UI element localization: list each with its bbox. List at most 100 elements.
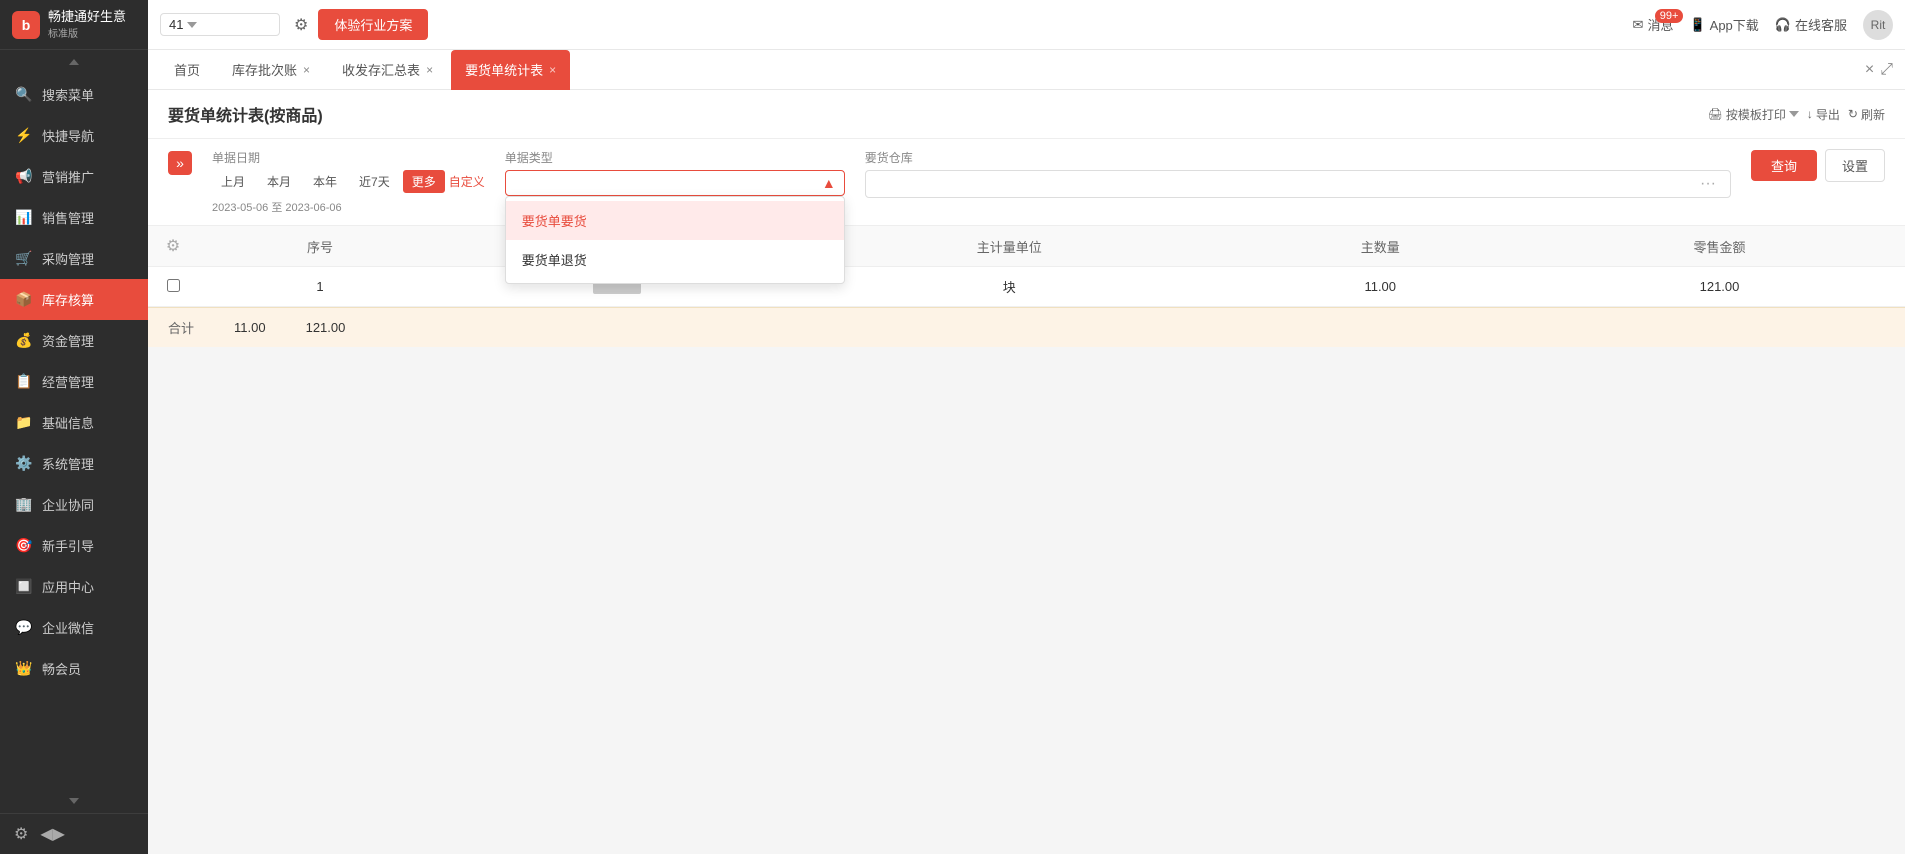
- tab-close-receivables[interactable]: ×: [426, 63, 433, 77]
- date-btn-上月[interactable]: 上月: [212, 170, 254, 193]
- sidebar-item-appstore[interactable]: 🔲 应用中心: [0, 566, 148, 607]
- page-content: 要货单统计表(按商品) 🖨 按模板打印 ↓ 导出 ↻ 刷新 »: [148, 90, 1905, 854]
- date-btn-近7天[interactable]: 近7天: [350, 170, 399, 193]
- refresh-label: 刷新: [1861, 106, 1885, 123]
- tab-order-stats[interactable]: 要货单统计表×: [451, 50, 570, 90]
- date-btn-更多[interactable]: 更多: [403, 170, 445, 193]
- type-chevron-up-icon[interactable]: ▲: [822, 175, 836, 191]
- warehouse-input[interactable]: [874, 177, 1700, 192]
- chevron-down-icon: [187, 21, 197, 29]
- sidebar-label-search: 搜索菜单: [42, 85, 94, 104]
- sidebar-item-quicknav[interactable]: ⚡快捷导航: [0, 115, 148, 156]
- date-btn-本年[interactable]: 本年: [304, 170, 346, 193]
- search-icon: 🔍: [14, 86, 34, 103]
- row-qty: 11.00: [1227, 267, 1535, 307]
- row-seq: 1: [198, 267, 442, 307]
- user-avatar[interactable]: Rit: [1863, 10, 1893, 40]
- close-window-icon[interactable]: ×: [1865, 61, 1874, 79]
- tab-label-inventory-batch: 库存批次账: [232, 60, 297, 79]
- query-button[interactable]: 查询: [1751, 150, 1817, 181]
- tab-close-inventory-batch[interactable]: ×: [303, 63, 310, 77]
- sidebar-item-operation[interactable]: 📋经营管理: [0, 361, 148, 402]
- total-qty: 11.00: [234, 320, 266, 335]
- message-badge: 99+: [1655, 9, 1684, 23]
- marketing-icon: 📢: [14, 168, 34, 185]
- sales-icon: 📊: [14, 209, 34, 226]
- sidebar-item-sales[interactable]: 📊 销售管理: [0, 197, 148, 238]
- topbar-gear-icon[interactable]: ⚙: [294, 15, 308, 35]
- type-input-wrap[interactable]: ▲: [505, 170, 845, 196]
- app-icon: 📱: [1689, 17, 1705, 33]
- page-header: 要货单统计表(按商品) 🖨 按模板打印 ↓ 导出 ↻ 刷新: [148, 90, 1905, 139]
- sidebar-item-finance[interactable]: 💰资金管理: [0, 320, 148, 361]
- sidebar-item-enterprise[interactable]: 🏢 企业协同: [0, 484, 148, 525]
- main-area: 41 ⚙ 体验行业方案 ✉ 消息 99+ 📱 App下载 🎧 在线客服 Rit: [148, 0, 1905, 854]
- sidebar-scroll-up[interactable]: [0, 50, 148, 74]
- message-icon: ✉: [1633, 17, 1644, 33]
- sidebar-item-system[interactable]: ⚙️系统管理: [0, 443, 148, 484]
- tab-label-receivables: 收发存汇总表: [342, 60, 420, 79]
- sidebar-item-inventory[interactable]: 📦库存核算: [0, 279, 148, 320]
- appstore-icon: 🔲: [14, 578, 34, 595]
- tab-home[interactable]: 首页: [160, 50, 214, 90]
- dropdown-item-要货单退货[interactable]: 要货单退货: [506, 240, 844, 279]
- date-btn-本月[interactable]: 本月: [258, 170, 300, 193]
- customer-service-button[interactable]: 🎧 在线客服: [1775, 15, 1847, 34]
- sidebar-item-basic[interactable]: 📁基础信息: [0, 402, 148, 443]
- sidebar-item-search[interactable]: 🔍 搜索菜单: [0, 74, 148, 115]
- sidebar-label-sales: 销售管理: [42, 208, 94, 227]
- date-shortcuts: 上月本月本年近7天更多自定义: [212, 170, 485, 193]
- warehouse-input-wrap[interactable]: ···: [865, 170, 1731, 198]
- service-label: 在线客服: [1795, 15, 1847, 34]
- sidebar-logo: b 畅捷通好生意 标准版: [0, 0, 148, 50]
- dropdown-item-要货单要货[interactable]: 要货单要货: [506, 201, 844, 240]
- expand-window-icon[interactable]: ⤢: [1880, 61, 1893, 79]
- row-check[interactable]: [167, 279, 180, 292]
- print-button[interactable]: 🖨 按模板打印: [1708, 106, 1799, 123]
- sidebar-label-appstore: 应用中心: [42, 577, 94, 596]
- app-label: App下载: [1710, 15, 1759, 34]
- topbar: 41 ⚙ 体验行业方案 ✉ 消息 99+ 📱 App下载 🎧 在线客服 Rit: [148, 0, 1905, 50]
- tab-label-home: 首页: [174, 60, 200, 79]
- collapse-icon[interactable]: ◀▶: [40, 824, 65, 844]
- sidebar-item-marketing[interactable]: 📢营销推广: [0, 156, 148, 197]
- sidebar-item-wechat[interactable]: 💬企业微信: [0, 607, 148, 648]
- settings-icon[interactable]: ⚙: [14, 824, 28, 844]
- purchase-icon: 🛒: [14, 250, 34, 267]
- enterprise-icon: 🏢: [14, 496, 34, 513]
- row-checkbox[interactable]: [148, 267, 198, 307]
- type-filter-label: 单据类型: [505, 149, 845, 166]
- tab-close-order-stats[interactable]: ×: [549, 63, 556, 77]
- sidebar-item-guide[interactable]: 🎯新手引导: [0, 525, 148, 566]
- sidebar-scroll-down[interactable]: [0, 789, 148, 813]
- custom-date-link[interactable]: 自定义: [449, 173, 485, 190]
- filter-settings-button[interactable]: 设置: [1825, 149, 1885, 182]
- export-button[interactable]: ↓ 导出: [1807, 106, 1840, 123]
- trial-industry-button[interactable]: 体验行业方案: [318, 9, 428, 40]
- tab-inventory-batch[interactable]: 库存批次账 ×: [218, 50, 324, 90]
- filter-bar: » 单据日期 上月本月本年近7天更多自定义 2023-05-06 至 2023-…: [148, 139, 1905, 226]
- member-icon: 👑: [14, 660, 34, 677]
- sidebar-item-purchase[interactable]: 🛒采购管理: [0, 238, 148, 279]
- sidebar-item-member[interactable]: 👑畅会员: [0, 648, 148, 689]
- refresh-button[interactable]: ↻ 刷新: [1848, 106, 1885, 123]
- th-settings[interactable]: ⚙: [148, 226, 198, 267]
- sidebar-label-system: 系统管理: [42, 454, 94, 473]
- settings-col-icon[interactable]: ⚙: [166, 238, 180, 255]
- module-selector[interactable]: 41: [160, 13, 280, 36]
- table-footer: 合计 11.00 121.00: [148, 307, 1905, 347]
- sidebar-label-guide: 新手引导: [42, 536, 94, 555]
- sidebar-label-finance: 资金管理: [42, 331, 94, 350]
- th-qty: 主数量: [1227, 226, 1535, 267]
- app-subtitle: 标准版: [48, 25, 126, 40]
- app-download-button[interactable]: 📱 App下载: [1689, 15, 1758, 34]
- type-input[interactable]: [514, 176, 822, 191]
- service-icon: 🎧: [1775, 17, 1791, 33]
- sidebar-label-enterprise: 企业协同: [42, 495, 94, 514]
- filter-expand-button[interactable]: »: [168, 151, 192, 175]
- total-amount: 121.00: [306, 320, 346, 335]
- date-filter-group: 单据日期 上月本月本年近7天更多自定义 2023-05-06 至 2023-06…: [212, 149, 485, 215]
- tab-receivables[interactable]: 收发存汇总表 ×: [328, 50, 447, 90]
- warehouse-ellipsis-icon[interactable]: ···: [1700, 175, 1716, 193]
- message-button[interactable]: ✉ 消息 99+: [1633, 15, 1674, 34]
